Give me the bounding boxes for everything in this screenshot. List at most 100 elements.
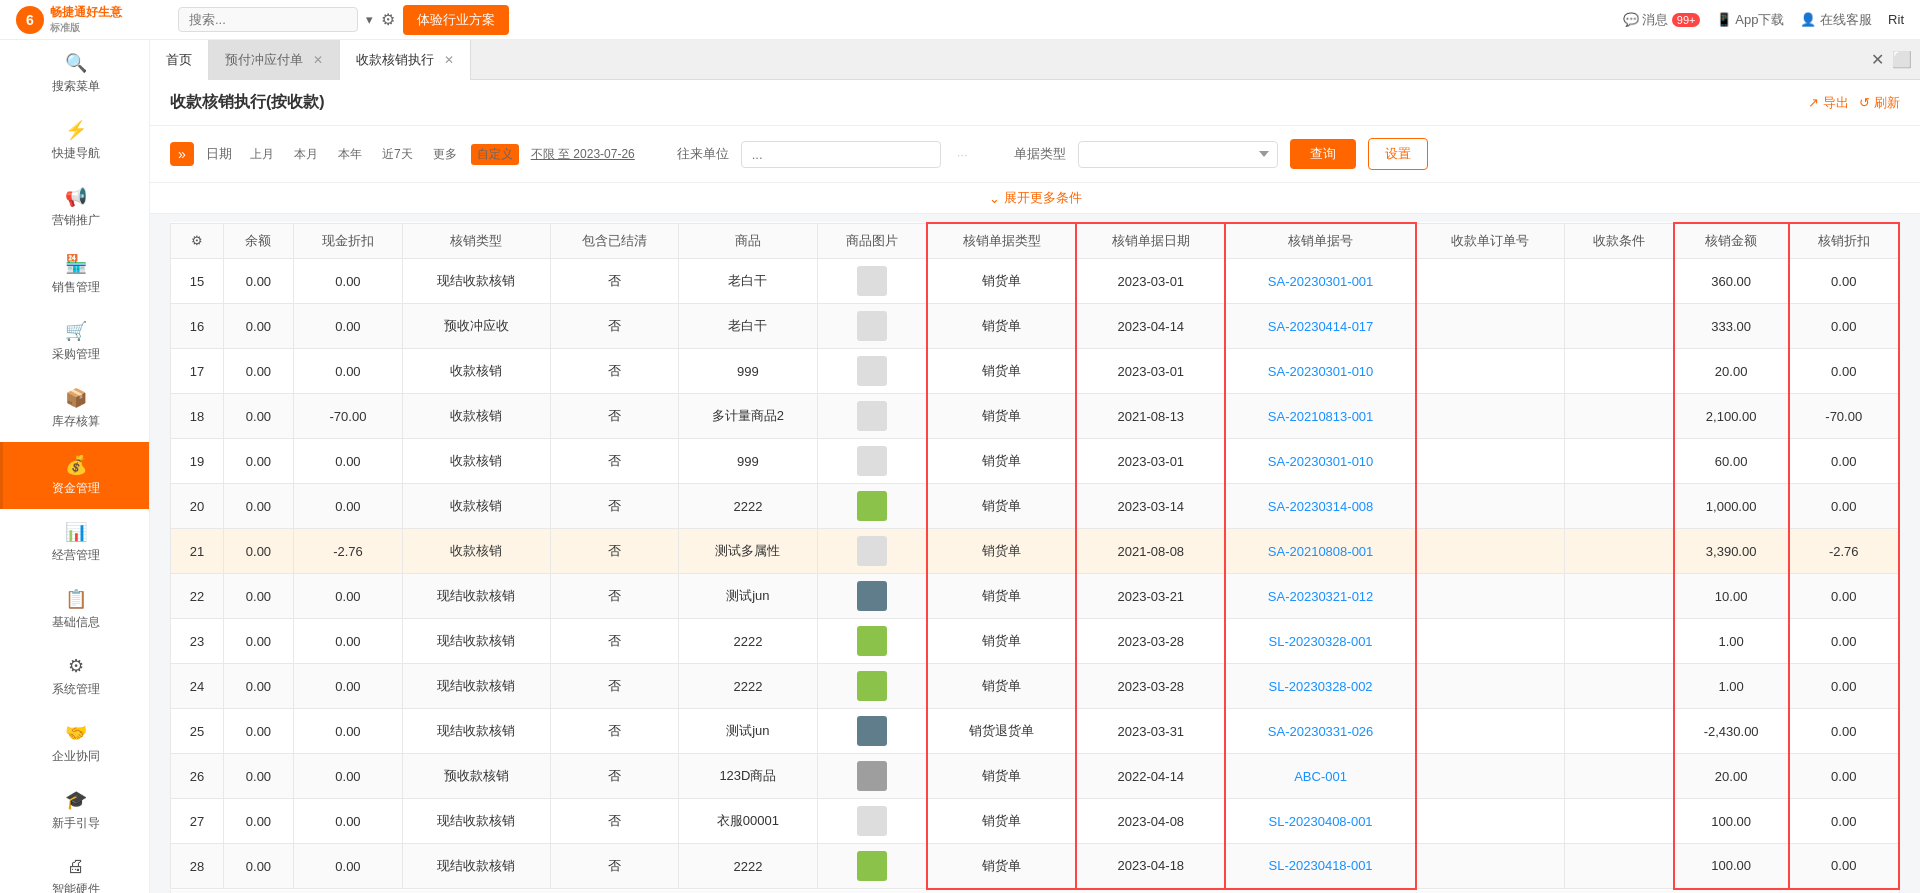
content-area: 首页 预付冲应付单 ✕ 收款核销执行 ✕ ✕ ⬜ 收款核销执行(按收款) ↗ <box>150 40 1920 893</box>
sidebar-item-marketing[interactable]: 📢 营销推广 <box>0 174 149 241</box>
trial-button[interactable]: 体验行业方案 <box>403 5 509 35</box>
cell-receipt-no <box>1416 799 1564 844</box>
cell-balance: 0.00 <box>223 484 293 529</box>
gear-icon[interactable]: ⚙ <box>381 10 395 29</box>
cell-amount: 20.00 <box>1674 754 1789 799</box>
sidebar-item-collab[interactable]: 🤝 企业协同 <box>0 710 149 777</box>
sidebar-item-purchase[interactable]: 🛒 采购管理 <box>0 308 149 375</box>
top-search-input[interactable] <box>178 7 358 32</box>
filter-date-options: 上月 本月 本年 近7天 更多 自定义 <box>244 144 519 165</box>
sidebar-item-guide[interactable]: 🎓 新手引导 <box>0 777 149 844</box>
tab-close-all-icon[interactable]: ✕ <box>1871 50 1884 69</box>
date-last-month[interactable]: 上月 <box>244 144 280 165</box>
dropdown-arrow-icon[interactable]: ▾ <box>366 12 373 27</box>
refresh-icon: ↺ <box>1859 95 1870 110</box>
sidebar-item-quicknav[interactable]: ⚡ 快捷导航 <box>0 107 149 174</box>
cell-bill-no: SL-20230328-002 <box>1225 664 1415 709</box>
bill-no-link[interactable]: SA-20230414-017 <box>1268 319 1374 334</box>
cell-writeoff-type: 现结收款核销 <box>402 664 550 709</box>
date-this-month[interactable]: 本月 <box>288 144 324 165</box>
app-download-btn[interactable]: 📱 App下载 <box>1716 11 1784 29</box>
date-range-display[interactable]: 不限 至 2023-07-26 <box>531 146 635 163</box>
date-custom-btn[interactable]: 自定义 <box>471 144 519 165</box>
cell-includes-settled: 否 <box>550 754 678 799</box>
cell-includes-settled: 否 <box>550 844 678 889</box>
tab-home[interactable]: 首页 <box>150 40 209 80</box>
cell-amount: 100.00 <box>1674 844 1789 889</box>
product-image <box>857 356 887 386</box>
query-button[interactable]: 查询 <box>1290 139 1356 169</box>
sidebar-item-sales[interactable]: 🏪 销售管理 <box>0 241 149 308</box>
bill-no-link[interactable]: SA-20210808-001 <box>1268 544 1374 559</box>
cell-amount: 333.00 <box>1674 304 1789 349</box>
cell-balance: 0.00 <box>223 664 293 709</box>
sidebar-item-search[interactable]: 🔍 搜索菜单 <box>0 40 149 107</box>
cell-product: 测试jun <box>678 574 817 619</box>
tab-writeoff[interactable]: 收款核销执行 ✕ <box>340 40 471 80</box>
bill-no-link[interactable]: SA-20210813-001 <box>1268 409 1374 424</box>
col-header-product-img: 商品图片 <box>817 223 927 259</box>
sidebar-item-inventory[interactable]: 📦 库存核算 <box>0 375 149 442</box>
app-logo: 6 畅捷通好生意 标准版 <box>16 4 166 35</box>
date-this-year[interactable]: 本年 <box>332 144 368 165</box>
cell-bill-date: 2021-08-13 <box>1076 394 1225 439</box>
tab-prepay[interactable]: 预付冲应付单 ✕ <box>209 40 340 80</box>
cell-bill-date: 2023-04-18 <box>1076 844 1225 889</box>
cell-cash-discount: 0.00 <box>294 349 403 394</box>
sidebar-item-basic-info[interactable]: 📋 基础信息 <box>0 576 149 643</box>
product-image <box>857 806 887 836</box>
filter-expand-button[interactable]: » <box>170 142 194 166</box>
logo-icon: 6 <box>16 6 44 34</box>
sidebar-item-operations[interactable]: 📊 经营管理 <box>0 509 149 576</box>
bill-no-link[interactable]: SL-20230408-001 <box>1269 814 1373 829</box>
date-last-7-days[interactable]: 近7天 <box>376 144 419 165</box>
cell-id: 16 <box>171 304 224 349</box>
table-wrapper[interactable]: ⚙ 余额 现金折扣 核销类型 包含已结清 商品 商品图片 核销单据类型 核销单据… <box>170 214 1900 893</box>
settings-button[interactable]: 设置 <box>1368 138 1428 170</box>
sidebar-item-system[interactable]: ⚙ 系统管理 <box>0 643 149 710</box>
bill-no-link[interactable]: ABC-001 <box>1294 769 1347 784</box>
bill-no-link[interactable]: SL-20230328-001 <box>1269 634 1373 649</box>
expand-more-btn[interactable]: ⌄ 展开更多条件 <box>989 183 1082 213</box>
product-image <box>857 266 887 296</box>
bill-no-link[interactable]: SA-20230301-010 <box>1268 454 1374 469</box>
bill-no-link[interactable]: SL-20230328-002 <box>1269 679 1373 694</box>
table-row: 16 0.00 0.00 预收冲应收 否 老白干 销货单 2023-04-14 … <box>171 304 1900 349</box>
tab-prepay-close[interactable]: ✕ <box>313 53 323 67</box>
cell-cash-discount: 0.00 <box>294 754 403 799</box>
partner-filter-input[interactable] <box>741 141 941 168</box>
cell-receipt-no <box>1416 529 1564 574</box>
cell-balance: 0.00 <box>223 349 293 394</box>
main-layout: 🔍 搜索菜单 ⚡ 快捷导航 📢 营销推广 🏪 销售管理 🛒 采购管理 📦 库存核… <box>0 40 1920 893</box>
sales-icon: 🏪 <box>65 253 87 275</box>
tab-writeoff-close[interactable]: ✕ <box>444 53 454 67</box>
refresh-button[interactable]: ↺ 刷新 <box>1859 94 1900 112</box>
col-header-setting: ⚙ <box>171 223 224 259</box>
bill-no-link[interactable]: SA-20230301-010 <box>1268 364 1374 379</box>
bill-no-link[interactable]: SA-20230331-026 <box>1268 724 1374 739</box>
bill-no-link[interactable]: SL-20230418-001 <box>1269 858 1373 873</box>
cell-id: 24 <box>171 664 224 709</box>
cell-writeoff-type: 收款核销 <box>402 349 550 394</box>
bill-no-link[interactable]: SA-20230301-001 <box>1268 274 1374 289</box>
sidebar-label-system: 系统管理 <box>52 681 100 698</box>
bill-no-link[interactable]: SA-20230321-012 <box>1268 589 1374 604</box>
cell-balance: 0.00 <box>223 439 293 484</box>
table-container: ⚙ 余额 现金折扣 核销类型 包含已结清 商品 商品图片 核销单据类型 核销单据… <box>150 214 1920 893</box>
cell-bill-type: 销货单 <box>927 484 1076 529</box>
bill-type-select[interactable] <box>1078 141 1278 168</box>
cell-receipt-condition <box>1564 439 1674 484</box>
date-more[interactable]: 更多 <box>427 144 463 165</box>
cell-receipt-condition <box>1564 259 1674 304</box>
export-button[interactable]: ↗ 导出 <box>1808 94 1849 112</box>
online-service-btn[interactable]: 👤 在线客服 <box>1800 11 1872 29</box>
sidebar-label-hardware: 智能硬件 <box>52 881 100 893</box>
sidebar-item-finance[interactable]: 💰 资金管理 <box>0 442 149 509</box>
bill-no-link[interactable]: SA-20230314-008 <box>1268 499 1374 514</box>
cell-bill-no: SA-20230414-017 <box>1225 304 1415 349</box>
sidebar-item-hardware[interactable]: 🖨 智能硬件 <box>0 844 149 893</box>
message-btn[interactable]: 💬 消息 99+ <box>1623 11 1701 29</box>
top-bar-right: 💬 消息 99+ 📱 App下载 👤 在线客服 Rit <box>1623 11 1904 29</box>
tab-expand-icon[interactable]: ⬜ <box>1892 50 1912 69</box>
filter-separator-1: ··· <box>957 147 968 162</box>
